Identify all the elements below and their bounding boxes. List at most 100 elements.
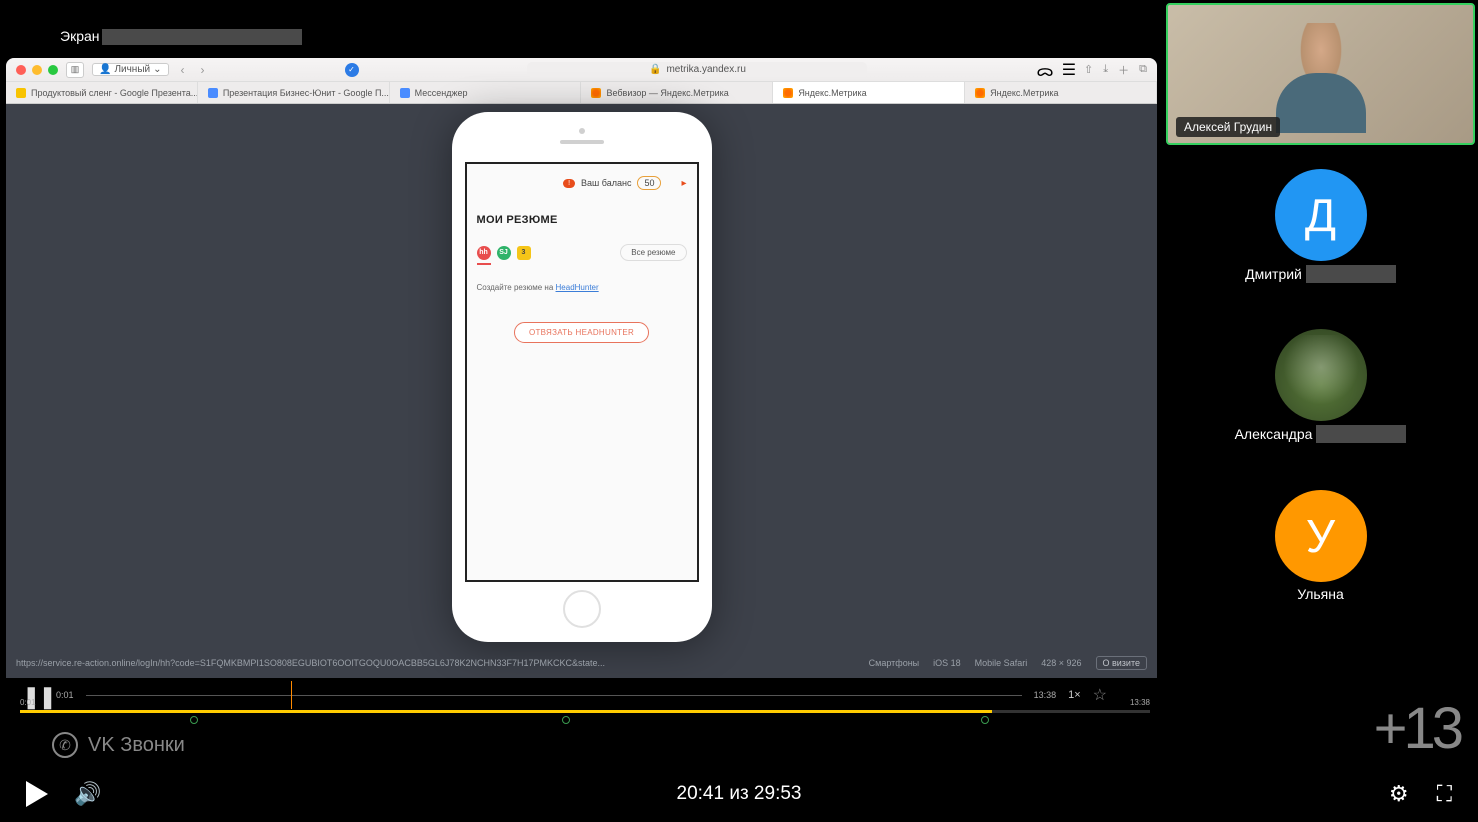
phone-screen: ! Ваш баланс 50 ▸ МОИ РЕЗЮМЕ hh SJ 3 Все… <box>465 162 699 582</box>
participant-tile[interactable]: У Ульяна <box>1163 468 1478 628</box>
screen-share-text: Экран <box>60 28 100 44</box>
phone-home-button <box>563 590 601 628</box>
tab-label: Яндекс.Метрика <box>990 88 1058 98</box>
tab-label: Презентация Бизнес-Юнит - Google П... <box>223 88 389 98</box>
lock-icon: 🔒 <box>649 64 661 75</box>
create-resume-hint: Создайте резюме на HeadHunter <box>477 283 687 292</box>
avatar: Д <box>1275 169 1367 261</box>
sidebar-toggle-icon[interactable]: ▥ <box>66 62 84 78</box>
notification-badge-icon[interactable]: ! <box>563 179 575 188</box>
participant-video <box>1286 23 1356 113</box>
section-title: МОИ РЕЗЮМЕ <box>477 214 687 226</box>
tab-favicon <box>16 88 26 98</box>
participant-name: Александра <box>1227 421 1415 447</box>
tab-favicon <box>400 88 410 98</box>
playback-time: 20:41 из 29:53 <box>677 783 802 805</box>
redacted-last-name <box>1306 265 1396 283</box>
all-resume-button[interactable]: Все резюме <box>620 244 686 261</box>
timeline-start-label: 0:01 <box>56 690 74 700</box>
activity-waveform[interactable] <box>86 685 1022 705</box>
session-url: https://service.re-action.online/logIn/h… <box>16 658 605 668</box>
headhunter-link[interactable]: HeadHunter <box>556 283 599 292</box>
active-source-underline <box>477 263 491 265</box>
session-info-bar: https://service.re-action.online/logIn/h… <box>16 656 1147 670</box>
unlink-headhunter-button[interactable]: ОТВЯЗАТЬ HEADHUNTER <box>514 322 649 343</box>
minimize-window-icon[interactable] <box>32 65 42 75</box>
ua-browser: Mobile Safari <box>975 658 1028 668</box>
safari-window: ▥ 👤 Личный ⌄ ‹ › ✓ 🔒 metrika.yandex.ru ᯅ… <box>6 58 1157 678</box>
maximize-window-icon[interactable] <box>48 65 58 75</box>
window-traffic-lights[interactable] <box>16 65 58 75</box>
segment-end-label: 13:38 <box>1130 698 1150 707</box>
tabs-overview-icon[interactable]: ⧉ <box>1139 63 1147 76</box>
tab-label: Продуктовый сленг - Google Презента... <box>31 88 198 98</box>
vk-calls-watermark: ✆ VK Звонки <box>52 732 185 758</box>
participant-tile-camera[interactable]: Алексей Грудин <box>1166 3 1475 145</box>
reader-icon[interactable]: ᯅ <box>1036 59 1053 81</box>
volume-icon[interactable]: 🔊 <box>74 781 101 807</box>
source-count-badge[interactable]: 3 <box>517 246 531 260</box>
tab-label: Вебвизор — Яндекс.Метрика <box>606 88 728 98</box>
marker-icon[interactable] <box>981 716 989 724</box>
new-tab-icon[interactable]: ＋ <box>1118 62 1129 78</box>
resume-sources-row: hh SJ 3 Все резюме <box>477 244 687 261</box>
download-icon[interactable]: ⤓ <box>1103 63 1108 76</box>
hh-source-icon[interactable]: hh <box>477 246 491 260</box>
participant-first-name: Дмитрий <box>1245 266 1302 282</box>
playhead-cursor[interactable] <box>291 681 292 709</box>
flag-icon[interactable]: ▸ <box>681 178 686 189</box>
play-icon[interactable] <box>26 781 48 807</box>
balance-label: Ваш баланс <box>581 178 631 188</box>
nav-forward-icon[interactable]: › <box>197 63 209 77</box>
settings-gear-icon[interactable]: ⚙ <box>1389 781 1409 807</box>
tab-favicon <box>975 88 985 98</box>
participant-tile[interactable]: Д Дмитрий <box>1163 148 1478 308</box>
translate-icon[interactable]: ☰ <box>1062 60 1076 80</box>
about-visit-button[interactable]: О визите <box>1096 656 1148 670</box>
segment-track[interactable]: 0:01 13:38 <box>20 710 1150 713</box>
browser-tab[interactable]: Продуктовый сленг - Google Презента... <box>6 82 198 103</box>
more-participants-count[interactable]: +13 <box>1374 695 1460 762</box>
tab-label: Мессенджер <box>415 88 468 98</box>
share-icon[interactable]: ⇧ <box>1084 63 1093 76</box>
browser-tab-active[interactable]: Яндекс.Метрика <box>773 82 965 103</box>
tab-label: Яндекс.Метрика <box>798 88 866 98</box>
browser-tab[interactable]: Яндекс.Метрика <box>965 82 1157 103</box>
phone-mockup: ! Ваш баланс 50 ▸ МОИ РЕЗЮМЕ hh SJ 3 Все… <box>452 112 712 642</box>
avatar-letter: У <box>1306 509 1335 563</box>
tab-favicon <box>783 88 793 98</box>
avatar <box>1275 329 1367 421</box>
resolution-label: 428 × 926 <box>1041 658 1081 668</box>
star-icon[interactable]: ☆ <box>1093 685 1107 705</box>
participant-tile[interactable]: Александра <box>1163 308 1478 468</box>
marker-icon[interactable] <box>190 716 198 724</box>
sj-source-icon[interactable]: SJ <box>497 246 511 260</box>
playback-speed-button[interactable]: 1× <box>1068 689 1081 701</box>
tab-favicon <box>208 88 218 98</box>
nav-back-icon[interactable]: ‹ <box>177 63 189 77</box>
timeline-end-label: 13:38 <box>1034 690 1057 700</box>
phone-camera-icon <box>579 128 585 134</box>
close-window-icon[interactable] <box>16 65 26 75</box>
redacted-presenter-name <box>102 29 302 45</box>
shared-screen-area: Экран ▥ 👤 Личный ⌄ ‹ › ✓ 🔒 metrika.yande <box>0 0 1163 822</box>
browser-profile-button[interactable]: 👤 Личный ⌄ <box>92 63 169 76</box>
fullscreen-icon[interactable]: ⛶ <box>1437 781 1452 807</box>
os-label: iOS 18 <box>933 658 961 668</box>
browser-tab[interactable]: Презентация Бизнес-Юнит - Google П... <box>198 82 390 103</box>
participant-first-name: Александра <box>1235 426 1313 442</box>
url-text: metrika.yandex.ru <box>666 64 745 75</box>
balance-row: ! Ваш баланс 50 ▸ <box>477 176 687 190</box>
profile-label: Личный <box>114 64 150 75</box>
video-player-controls: 🔊 20:41 из 29:53 ⚙ ⛶ <box>0 766 1478 822</box>
browser-tab[interactable]: Мессенджер <box>390 82 582 103</box>
screen-share-label: Экран <box>52 24 310 49</box>
redacted-last-name <box>1316 425 1406 443</box>
webvisor-viewport: ! Ваш баланс 50 ▸ МОИ РЕЗЮМЕ hh SJ 3 Все… <box>6 104 1157 678</box>
chevron-down-icon: ⌄ <box>153 64 161 75</box>
phone-handset-icon: ✆ <box>52 732 78 758</box>
browser-tab[interactable]: Вебвизор — Яндекс.Метрика <box>581 82 773 103</box>
privacy-shield-icon[interactable]: ✓ <box>345 63 359 77</box>
address-bar[interactable]: 🔒 metrika.yandex.ru <box>527 62 867 77</box>
participants-panel: Алексей Грудин Д Дмитрий Александра У Ул… <box>1163 0 1478 822</box>
